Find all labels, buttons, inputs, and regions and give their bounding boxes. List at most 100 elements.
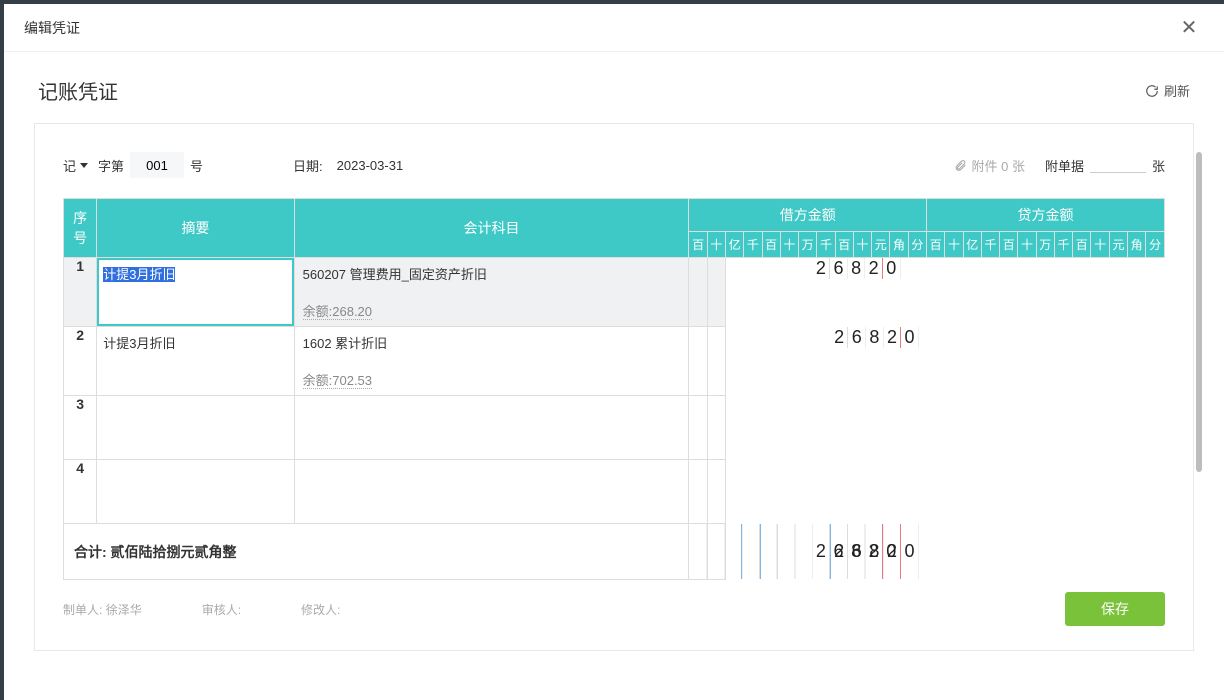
refresh-icon bbox=[1145, 84, 1159, 98]
th-digit: 元 bbox=[1109, 232, 1127, 258]
digit bbox=[778, 524, 796, 579]
digit bbox=[796, 524, 814, 579]
th-summary: 摘要 bbox=[97, 199, 294, 258]
th-digit: 千 bbox=[1054, 232, 1072, 258]
digit: 2 bbox=[884, 524, 902, 579]
voucher-type-label: 记 bbox=[63, 156, 76, 175]
digit: 2 bbox=[865, 258, 883, 279]
edit-voucher-modal: 编辑凭证 ✕ 记账凭证 刷新 记 bbox=[4, 4, 1224, 700]
debit-cell[interactable] bbox=[689, 327, 707, 396]
th-digit: 千 bbox=[744, 232, 762, 258]
digit bbox=[725, 524, 743, 579]
attachment-link[interactable]: 附件 0 张 bbox=[954, 156, 1025, 175]
th-credit: 贷方金额 bbox=[927, 199, 1165, 232]
credit-cell[interactable] bbox=[707, 396, 725, 460]
subject-name: 1602 累计折旧 bbox=[303, 333, 681, 352]
receipt-unit: 张 bbox=[1152, 156, 1165, 175]
th-digit: 十 bbox=[1018, 232, 1036, 258]
date-input[interactable] bbox=[337, 152, 447, 178]
digit: 6 bbox=[848, 327, 866, 348]
th-digit: 十 bbox=[945, 232, 963, 258]
digit bbox=[813, 524, 831, 579]
th-digit: 万 bbox=[1036, 232, 1054, 258]
receipt-count-input[interactable] bbox=[1090, 157, 1146, 173]
th-digit: 分 bbox=[908, 232, 926, 258]
attachment-label: 附件 0 张 bbox=[972, 156, 1025, 175]
modal-header: 编辑凭证 ✕ bbox=[4, 4, 1224, 52]
refresh-button[interactable]: 刷新 bbox=[1145, 81, 1190, 100]
digit: 6 bbox=[830, 258, 848, 279]
preparer: 制单人: 徐泽华 bbox=[63, 601, 142, 618]
th-debit: 借方金额 bbox=[689, 199, 927, 232]
table-row: 1计提3月折旧560207 管理费用_固定资产折旧余额:268.2026820 bbox=[64, 258, 1165, 327]
digit: 8 bbox=[848, 258, 866, 279]
debit-cell[interactable] bbox=[689, 396, 707, 460]
digit bbox=[761, 524, 779, 579]
summary-text bbox=[97, 396, 293, 458]
th-digit: 亿 bbox=[725, 232, 743, 258]
voucher-number-input[interactable] bbox=[130, 152, 184, 178]
credit-cell[interactable]: 26820 bbox=[707, 327, 725, 396]
table-row: 3 bbox=[64, 396, 1165, 460]
th-digit: 百 bbox=[1073, 232, 1091, 258]
close-button[interactable]: ✕ bbox=[1174, 13, 1204, 43]
digit: 8 bbox=[866, 524, 884, 579]
total-credit[interactable]: 26820 bbox=[707, 524, 725, 580]
chevron-down-icon bbox=[80, 163, 88, 168]
summary-cell[interactable] bbox=[97, 460, 294, 524]
digit: 0 bbox=[901, 524, 919, 579]
th-digit: 角 bbox=[890, 232, 908, 258]
save-button[interactable]: 保存 bbox=[1065, 592, 1165, 626]
subject-cell[interactable] bbox=[294, 396, 689, 460]
paperclip-icon bbox=[954, 159, 967, 172]
summary-cell[interactable]: 计提3月折旧 bbox=[97, 327, 294, 396]
subject-cell[interactable]: 560207 管理费用_固定资产折旧余额:268.20 bbox=[294, 258, 689, 327]
reviewer: 审核人: bbox=[202, 601, 241, 618]
refresh-label: 刷新 bbox=[1164, 81, 1190, 100]
row-index: 1 bbox=[64, 258, 97, 327]
digit: 2 bbox=[813, 258, 831, 279]
th-digit: 百 bbox=[762, 232, 780, 258]
credit-cell[interactable] bbox=[707, 460, 725, 524]
debit-cell[interactable] bbox=[689, 460, 707, 524]
close-icon: ✕ bbox=[1181, 17, 1198, 39]
date-label: 日期: bbox=[293, 156, 323, 175]
total-row: 合计: 贰佰陆拾捌元贰角整2682026820 bbox=[64, 524, 1165, 580]
digit: 2 bbox=[831, 524, 849, 579]
page-title: 记账凭证 bbox=[38, 76, 118, 105]
th-digit: 百 bbox=[689, 232, 707, 258]
summary-cell[interactable] bbox=[97, 396, 294, 460]
digit: 2 bbox=[831, 327, 849, 348]
modifier: 修改人: bbox=[301, 601, 340, 618]
voucher-type-dropdown[interactable]: 记 bbox=[63, 156, 88, 175]
th-digit: 元 bbox=[872, 232, 890, 258]
row-index: 2 bbox=[64, 327, 97, 396]
credit-cell[interactable] bbox=[707, 258, 725, 327]
summary-input[interactable]: 计提3月折旧 bbox=[97, 258, 293, 326]
subject-cell[interactable] bbox=[294, 460, 689, 524]
th-digit: 十 bbox=[780, 232, 798, 258]
digit bbox=[689, 524, 707, 579]
debit-cell[interactable]: 26820 bbox=[689, 258, 707, 327]
digit bbox=[919, 524, 937, 579]
th-digit: 分 bbox=[1146, 232, 1165, 258]
voucher-table: 序号摘要会计科目借方金额贷方金额百十亿千百十万千百十元角分百十亿千百十万千百十元… bbox=[63, 198, 1165, 580]
scrollbar[interactable] bbox=[1196, 152, 1202, 472]
row-index: 4 bbox=[64, 460, 97, 524]
subject-cell[interactable]: 1602 累计折旧余额:702.53 bbox=[294, 327, 689, 396]
th-digit: 千 bbox=[981, 232, 999, 258]
subject-name: 560207 管理费用_固定资产折旧 bbox=[303, 264, 681, 283]
total-debit[interactable]: 26820 bbox=[689, 524, 707, 580]
total-label: 合计: 贰佰陆拾捌元贰角整 bbox=[64, 524, 689, 580]
th-digit: 角 bbox=[1127, 232, 1145, 258]
th-digit: 十 bbox=[853, 232, 871, 258]
row-index: 3 bbox=[64, 396, 97, 460]
summary-cell[interactable]: 计提3月折旧 bbox=[97, 258, 294, 327]
digit bbox=[743, 524, 761, 579]
digit: 6 bbox=[848, 524, 866, 579]
th-digit: 千 bbox=[817, 232, 835, 258]
zidi-label: 字第 bbox=[98, 156, 124, 175]
subject-balance: 余额:268.20 bbox=[303, 304, 372, 320]
digit: 2 bbox=[884, 327, 902, 348]
th-digit: 百 bbox=[835, 232, 853, 258]
